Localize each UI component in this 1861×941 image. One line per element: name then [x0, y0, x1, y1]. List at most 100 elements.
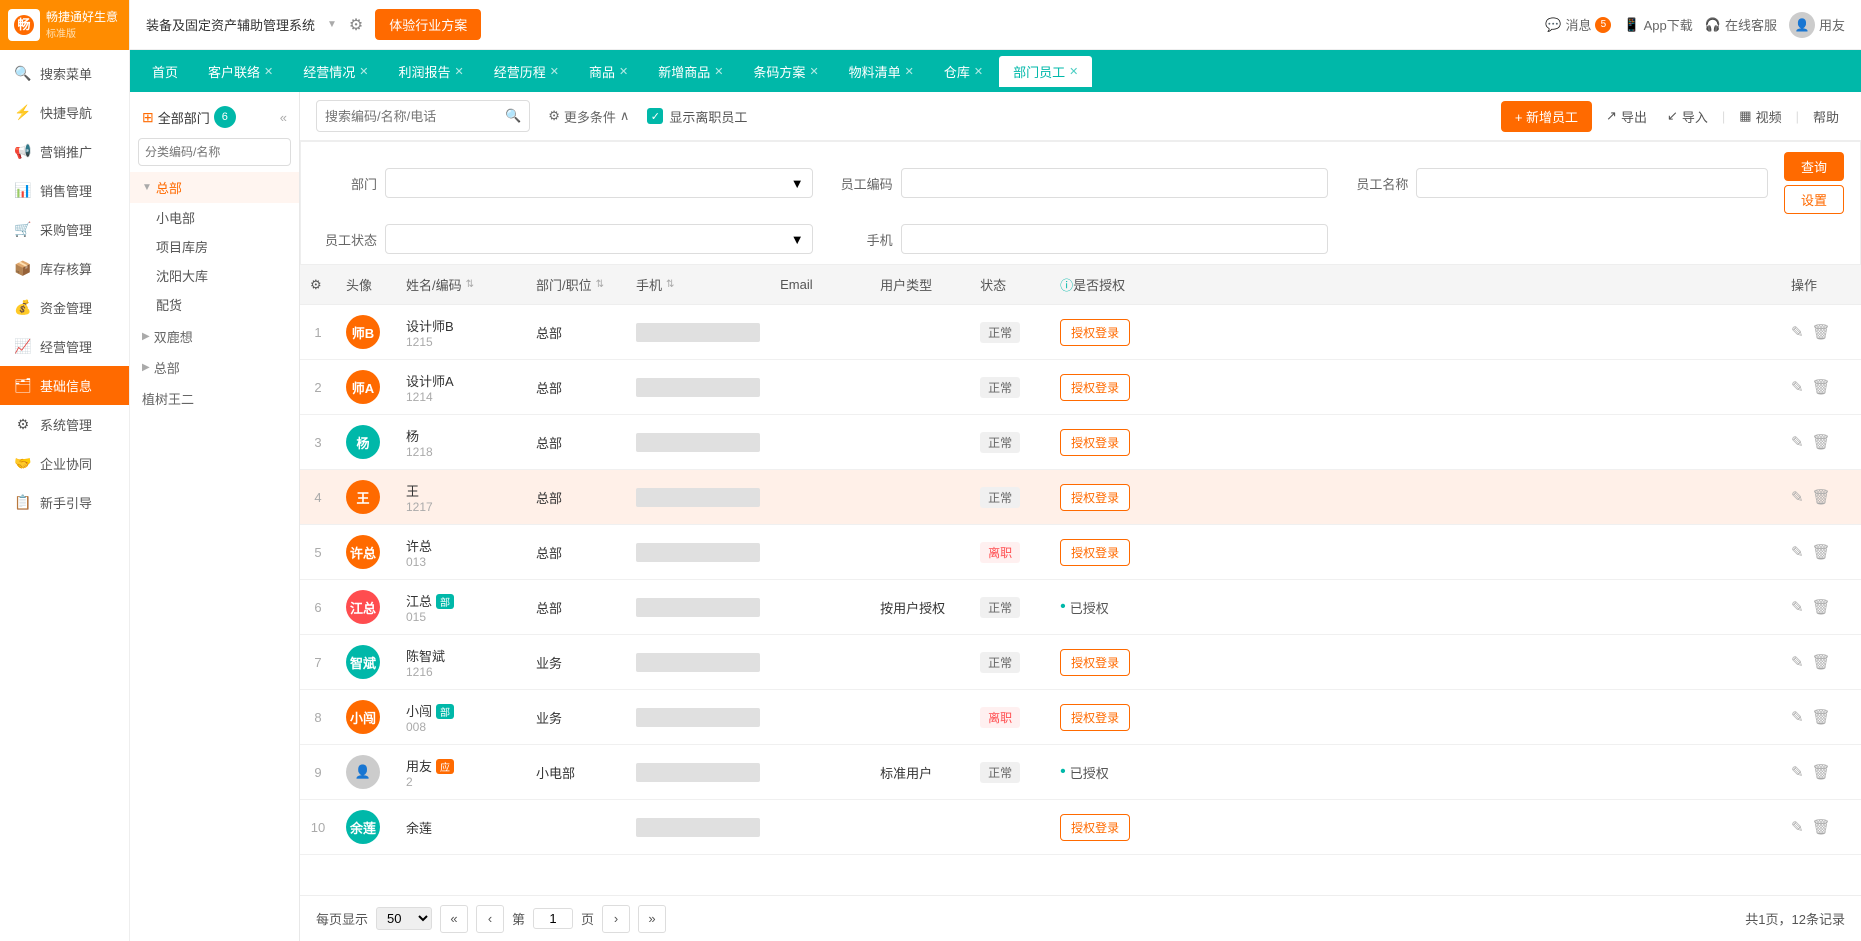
- tab-history[interactable]: 经营历程 ✕: [480, 56, 573, 87]
- authorize-button[interactable]: 授权登录: [1060, 649, 1130, 676]
- tab-close-profit[interactable]: ✕: [455, 65, 464, 78]
- edit-icon[interactable]: ✎: [1791, 598, 1804, 616]
- sidebar-item-enterprise[interactable]: 🤝 企业协同: [0, 444, 129, 483]
- sidebar-item-operation[interactable]: 📈 经营管理: [0, 327, 129, 366]
- dept-zhishu[interactable]: 植树王二: [130, 383, 299, 414]
- help-btn[interactable]: 帮助: [1807, 103, 1845, 130]
- query-button[interactable]: 查询: [1784, 152, 1844, 181]
- per-page-select[interactable]: 50 100: [376, 907, 432, 930]
- sidebar-item-guide[interactable]: 📋 新手引导: [0, 483, 129, 522]
- dept-zongbu[interactable]: ▼ 总部: [130, 172, 299, 203]
- view-btn[interactable]: ▦ 视频: [1733, 103, 1787, 130]
- edit-icon[interactable]: ✎: [1791, 543, 1804, 561]
- tab-close-customer[interactable]: ✕: [264, 65, 273, 78]
- search-input[interactable]: [317, 109, 497, 124]
- more-filter-btn[interactable]: ⚙ 更多条件 ∧: [540, 103, 637, 130]
- dept-peihuo[interactable]: 配货: [130, 290, 299, 319]
- prev-page-btn[interactable]: ‹: [476, 905, 504, 933]
- edit-icon[interactable]: ✎: [1791, 378, 1804, 396]
- authorize-button[interactable]: 授权登录: [1060, 429, 1130, 456]
- sidebar-item-inventory[interactable]: 📦 库存核算: [0, 249, 129, 288]
- delete-icon[interactable]: 🗑: [1812, 433, 1831, 451]
- delete-icon[interactable]: 🗑: [1812, 323, 1831, 341]
- filter-status-select[interactable]: ▼: [385, 224, 813, 254]
- add-dept-btn[interactable]: 6: [214, 106, 236, 128]
- sidebar-item-system[interactable]: ⚙ 系统管理: [0, 405, 129, 444]
- edit-icon[interactable]: ✎: [1791, 763, 1804, 781]
- user-btn[interactable]: 👤 用友: [1789, 12, 1845, 38]
- filter-name-input[interactable]: [1416, 168, 1768, 198]
- tab-close-warehouse[interactable]: ✕: [974, 65, 983, 78]
- tab-close-barcode[interactable]: ✕: [809, 65, 818, 78]
- authorize-button[interactable]: 授权登录: [1060, 319, 1130, 346]
- delete-icon[interactable]: 🗑: [1812, 543, 1831, 561]
- tab-operation[interactable]: 经营情况 ✕: [289, 56, 382, 87]
- tab-close-employees[interactable]: ✕: [1069, 65, 1078, 78]
- dept-shenyang[interactable]: 沈阳大库: [130, 261, 299, 290]
- sort-phone-icon[interactable]: ⇅: [666, 279, 674, 290]
- tab-close-operation[interactable]: ✕: [359, 65, 368, 78]
- sidebar-item-search[interactable]: 🔍 搜索菜单: [0, 54, 129, 93]
- settings-col-icon[interactable]: ⚙: [310, 277, 322, 292]
- delete-icon[interactable]: 🗑: [1812, 378, 1831, 396]
- tab-close-bom[interactable]: ✕: [905, 65, 914, 78]
- filter-phone-input[interactable]: [901, 224, 1329, 254]
- app-download-btn[interactable]: 📱 App下载: [1623, 15, 1692, 34]
- page-input[interactable]: [533, 908, 573, 929]
- tab-barcode[interactable]: 条码方案 ✕: [739, 56, 832, 87]
- dept-project[interactable]: 项目库房: [130, 232, 299, 261]
- sort-dept-icon[interactable]: ⇅: [596, 279, 604, 290]
- dept-zongbu2[interactable]: ▶ 总部: [130, 352, 299, 383]
- import-btn[interactable]: ↙ 导入: [1661, 103, 1714, 130]
- add-employee-button[interactable]: + 新增员工: [1501, 101, 1592, 132]
- authorize-button[interactable]: 授权登录: [1060, 704, 1130, 731]
- delete-icon[interactable]: 🗑: [1812, 708, 1831, 726]
- tab-addgoods[interactable]: 新增商品 ✕: [644, 56, 737, 87]
- edit-icon[interactable]: ✎: [1791, 653, 1804, 671]
- sidebar-item-sales[interactable]: 📊 销售管理: [0, 171, 129, 210]
- settings-icon[interactable]: ⚙: [349, 15, 363, 35]
- message-btn[interactable]: 💬 消息 5: [1545, 15, 1611, 34]
- sidebar-item-purchase[interactable]: 🛒 采购管理: [0, 210, 129, 249]
- delete-icon[interactable]: 🗑: [1812, 488, 1831, 506]
- online-service-btn[interactable]: 🎧 在线客服: [1705, 15, 1777, 34]
- authorize-button[interactable]: 授权登录: [1060, 484, 1130, 511]
- dept-xiaodian[interactable]: 小电部: [130, 203, 299, 232]
- search-submit-icon[interactable]: 🔍: [497, 108, 529, 124]
- delete-icon[interactable]: 🗑: [1812, 653, 1831, 671]
- tab-close-addgoods[interactable]: ✕: [714, 65, 723, 78]
- first-page-btn[interactable]: «: [440, 905, 468, 933]
- delete-icon[interactable]: 🗑: [1812, 763, 1831, 781]
- dept-search-input[interactable]: [139, 145, 291, 159]
- authorize-button[interactable]: 授权登录: [1060, 374, 1130, 401]
- reset-button[interactable]: 设置: [1784, 185, 1844, 214]
- tab-home[interactable]: 首页: [138, 56, 192, 87]
- sort-name-icon[interactable]: ⇅: [466, 279, 474, 290]
- collapse-icon[interactable]: «: [280, 110, 287, 125]
- sidebar-item-basic[interactable]: 🗂 基础信息: [0, 366, 129, 405]
- tab-close-goods[interactable]: ✕: [619, 65, 628, 78]
- tab-bom[interactable]: 物料清单 ✕: [835, 56, 928, 87]
- tab-customer[interactable]: 客户联络 ✕: [194, 56, 287, 87]
- system-select-arrow[interactable]: ▼: [327, 19, 337, 30]
- tab-goods[interactable]: 商品 ✕: [575, 56, 642, 87]
- next-page-btn[interactable]: ›: [602, 905, 630, 933]
- edit-icon[interactable]: ✎: [1791, 433, 1804, 451]
- tab-close-history[interactable]: ✕: [550, 65, 559, 78]
- sidebar-item-finance[interactable]: 💰 资金管理: [0, 288, 129, 327]
- sidebar-item-marketing[interactable]: 📢 营销推广: [0, 132, 129, 171]
- show-resigned-checkbox[interactable]: ✓: [647, 108, 663, 124]
- tab-warehouse[interactable]: 仓库 ✕: [930, 56, 997, 87]
- delete-icon[interactable]: 🗑: [1812, 598, 1831, 616]
- edit-icon[interactable]: ✎: [1791, 323, 1804, 341]
- edit-icon[interactable]: ✎: [1791, 708, 1804, 726]
- tab-employees[interactable]: 部门员工 ✕: [999, 56, 1092, 87]
- last-page-btn[interactable]: »: [638, 905, 666, 933]
- dept-shuanglu[interactable]: ▶ 双鹿想: [130, 321, 299, 352]
- authorize-button[interactable]: 授权登录: [1060, 814, 1130, 841]
- export-btn[interactable]: ↗ 导出: [1600, 103, 1653, 130]
- tab-profit[interactable]: 利润报告 ✕: [384, 56, 477, 87]
- trial-button[interactable]: 体验行业方案: [375, 9, 481, 40]
- edit-icon[interactable]: ✎: [1791, 818, 1804, 836]
- filter-code-input[interactable]: [901, 168, 1329, 198]
